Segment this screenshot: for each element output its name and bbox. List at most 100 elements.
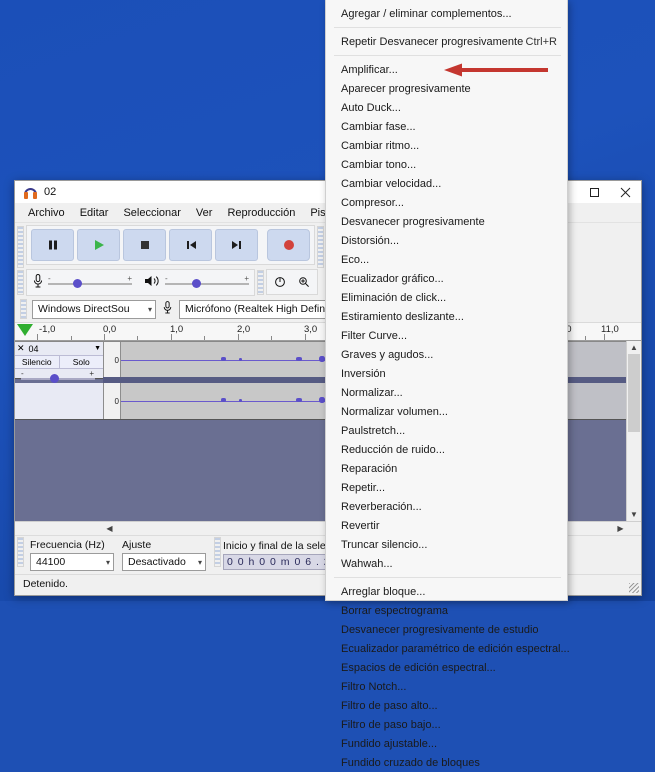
menu-item-filtro-paso-alto[interactable]: Filtro de paso alto...: [326, 696, 567, 715]
menu-item-cambiar-fase[interactable]: Cambiar fase...: [326, 117, 567, 136]
menu-item-revertir[interactable]: Revertir: [326, 516, 567, 535]
menu-item-label: Ecualizador paramétrico de edición espec…: [341, 642, 570, 655]
menu-item-repetir-desvanecer[interactable]: Repetir Desvanecer progresivamente Ctrl+…: [326, 32, 567, 51]
menu-item-agregar-eliminar-complementos[interactable]: Agregar / eliminar complementos...: [326, 4, 567, 23]
menu-item-label: Inversión: [341, 367, 386, 380]
track-control-panel[interactable]: ✕ 04 ▼ Silencio Solo - + ▲ Seleccionar: [15, 342, 104, 403]
menu-item-label: Cambiar fase...: [341, 120, 416, 133]
speaker-icon: [144, 274, 161, 291]
snap-value: Desactivado: [128, 556, 186, 568]
maximize-icon[interactable]: [579, 181, 610, 203]
device-toolbar-grip[interactable]: [20, 299, 27, 319]
menu-item-filtro-notch[interactable]: Filtro Notch...: [326, 677, 567, 696]
gain-slider[interactable]: [50, 374, 60, 383]
frequency-select[interactable]: 44100 ▾: [30, 553, 114, 571]
menu-item-label: Amplificar...: [341, 63, 398, 76]
vertical-ruler-lower: 0: [104, 383, 121, 419]
menu-item-arreglar-bloque[interactable]: Arreglar bloque...: [326, 582, 567, 601]
menu-item-reduccion-de-ruido[interactable]: Reducción de ruido...: [326, 440, 567, 459]
menu-item-auto-duck[interactable]: Auto Duck...: [326, 98, 567, 117]
vertical-scrollbar[interactable]: ▲ ▼: [626, 341, 641, 521]
menu-item-graves-y-agudos[interactable]: Graves y agudos...: [326, 345, 567, 364]
menu-item-filtro-paso-bajo[interactable]: Filtro de paso bajo...: [326, 715, 567, 734]
menu-item-distorsion[interactable]: Distorsión...: [326, 231, 567, 250]
menu-item-cambiar-velocidad[interactable]: Cambiar velocidad...: [326, 174, 567, 193]
menu-item-label: Desvanecer progresivamente de estudio: [341, 623, 539, 636]
menu-item-wahwah[interactable]: Wahwah...: [326, 554, 567, 573]
solo-button[interactable]: Solo: [59, 356, 103, 368]
mute-button[interactable]: Silencio: [15, 356, 60, 368]
play-button[interactable]: [77, 229, 120, 261]
menu-item-label: Fundido ajustable...: [341, 737, 438, 750]
menu-item-cambiar-ritmo[interactable]: Cambiar ritmo...: [326, 136, 567, 155]
menu-item-label: Truncar silencio...: [341, 538, 428, 551]
skip-end-button[interactable]: [215, 229, 258, 261]
playback-volume-slider[interactable]: - +: [165, 273, 249, 290]
menu-item-estiramiento-deslizante[interactable]: Estiramiento deslizante...: [326, 307, 567, 326]
menu-item-fundido-ajustable[interactable]: Fundido ajustable...: [326, 734, 567, 753]
time-toolbar-grip[interactable]: [214, 537, 221, 567]
close-icon[interactable]: [610, 181, 641, 203]
menu-item-eliminacion-de-click[interactable]: Eliminación de click...: [326, 288, 567, 307]
chevron-down-icon[interactable]: ▼: [627, 508, 641, 521]
pause-button[interactable]: [31, 229, 74, 261]
chevron-right-icon[interactable]: ▶: [614, 522, 627, 535]
menu-item-inversion[interactable]: Inversión: [326, 364, 567, 383]
menu-item-label: Cambiar velocidad...: [341, 177, 442, 190]
mixer-toolbar: - + - +: [26, 269, 255, 296]
menu-item-ecualizador-parametrico[interactable]: Ecualizador paramétrico de edición espec…: [326, 639, 570, 658]
menu-item-aparecer-progresivamente[interactable]: Aparecer progresivamente: [326, 79, 567, 98]
menu-item-filter-curve[interactable]: Filter Curve...: [326, 326, 567, 345]
menu-ver[interactable]: Ver: [189, 205, 220, 221]
transport-toolbar-grip[interactable]: [17, 226, 24, 268]
menu-item-repetir[interactable]: Repetir...: [326, 478, 567, 497]
menu-item-label: Estiramiento deslizante...: [341, 310, 464, 323]
stop-button[interactable]: [123, 229, 166, 261]
pinned-play-head-icon[interactable]: [17, 324, 33, 336]
menu-reproduccion[interactable]: Reproducción: [220, 205, 302, 221]
selection-toolbar-grip[interactable]: [17, 537, 24, 567]
menu-item-paulstretch[interactable]: Paulstretch...: [326, 421, 567, 440]
menu-item-borrar-espectrograma[interactable]: Borrar espectrograma: [326, 601, 567, 620]
zoom-in-icon[interactable]: [294, 272, 314, 292]
menu-item-desvanecer-progresivamente[interactable]: Desvanecer progresivamente: [326, 212, 567, 231]
cut-preview-icon[interactable]: [270, 272, 290, 292]
record-button[interactable]: [267, 229, 310, 261]
microphone-icon: [162, 300, 173, 318]
menu-item-normalizar-volumen[interactable]: Normalizar volumen...: [326, 402, 567, 421]
menu-item-label: Desvanecer progresivamente: [341, 215, 485, 228]
meter-toolbar-grip[interactable]: [17, 270, 24, 295]
menu-item-reverberacion[interactable]: Reverberación...: [326, 497, 567, 516]
scrub-toolbar-grip[interactable]: [257, 270, 264, 295]
menu-item-label: Distorsión...: [341, 234, 400, 247]
menu-editar[interactable]: Editar: [73, 205, 116, 221]
menu-item-label: Eliminación de click...: [341, 291, 447, 304]
skip-start-button[interactable]: [169, 229, 212, 261]
tools-toolbar-grip[interactable]: [317, 226, 324, 268]
menu-item-reparacion[interactable]: Reparación: [326, 459, 567, 478]
audio-host-value: Windows DirectSou: [38, 303, 130, 315]
slider-max-label-2: +: [244, 273, 249, 283]
menu-item-fundido-cruzado-de-bloques[interactable]: Fundido cruzado de bloques: [326, 753, 567, 772]
menu-item-desvanecer-de-estudio[interactable]: Desvanecer progresivamente de estudio: [326, 620, 567, 639]
recording-volume-slider[interactable]: - +: [48, 274, 132, 290]
menu-item-espacios-edicion-espectral[interactable]: Espacios de edición espectral...: [326, 658, 567, 677]
chevron-down-icon[interactable]: ▼: [94, 345, 101, 352]
menu-item-eco[interactable]: Eco...: [326, 250, 567, 269]
chevron-up-icon[interactable]: ▲: [627, 341, 641, 354]
menu-item-truncar-silencio[interactable]: Truncar silencio...: [326, 535, 567, 554]
menu-archivo[interactable]: Archivo: [21, 205, 72, 221]
menu-item-label: Revertir: [341, 519, 380, 532]
close-track-icon[interactable]: ✕: [17, 343, 25, 354]
snap-select[interactable]: Desactivado ▾: [122, 553, 206, 571]
audio-host-select[interactable]: Windows DirectSou ▾: [32, 299, 156, 319]
menu-item-normalizar[interactable]: Normalizar...: [326, 383, 567, 402]
menu-item-ecualizador-grafico[interactable]: Ecualizador gráfico...: [326, 269, 567, 288]
chevron-left-icon[interactable]: ◀: [103, 522, 116, 535]
resize-grip[interactable]: [629, 583, 639, 593]
menu-item-compresor[interactable]: Compresor...: [326, 193, 567, 212]
snap-label: Ajuste: [122, 539, 152, 551]
menu-item-amplificar[interactable]: Amplificar...: [326, 60, 567, 79]
menu-item-cambiar-tono[interactable]: Cambiar tono...: [326, 155, 567, 174]
menu-seleccionar[interactable]: Seleccionar: [116, 205, 187, 221]
